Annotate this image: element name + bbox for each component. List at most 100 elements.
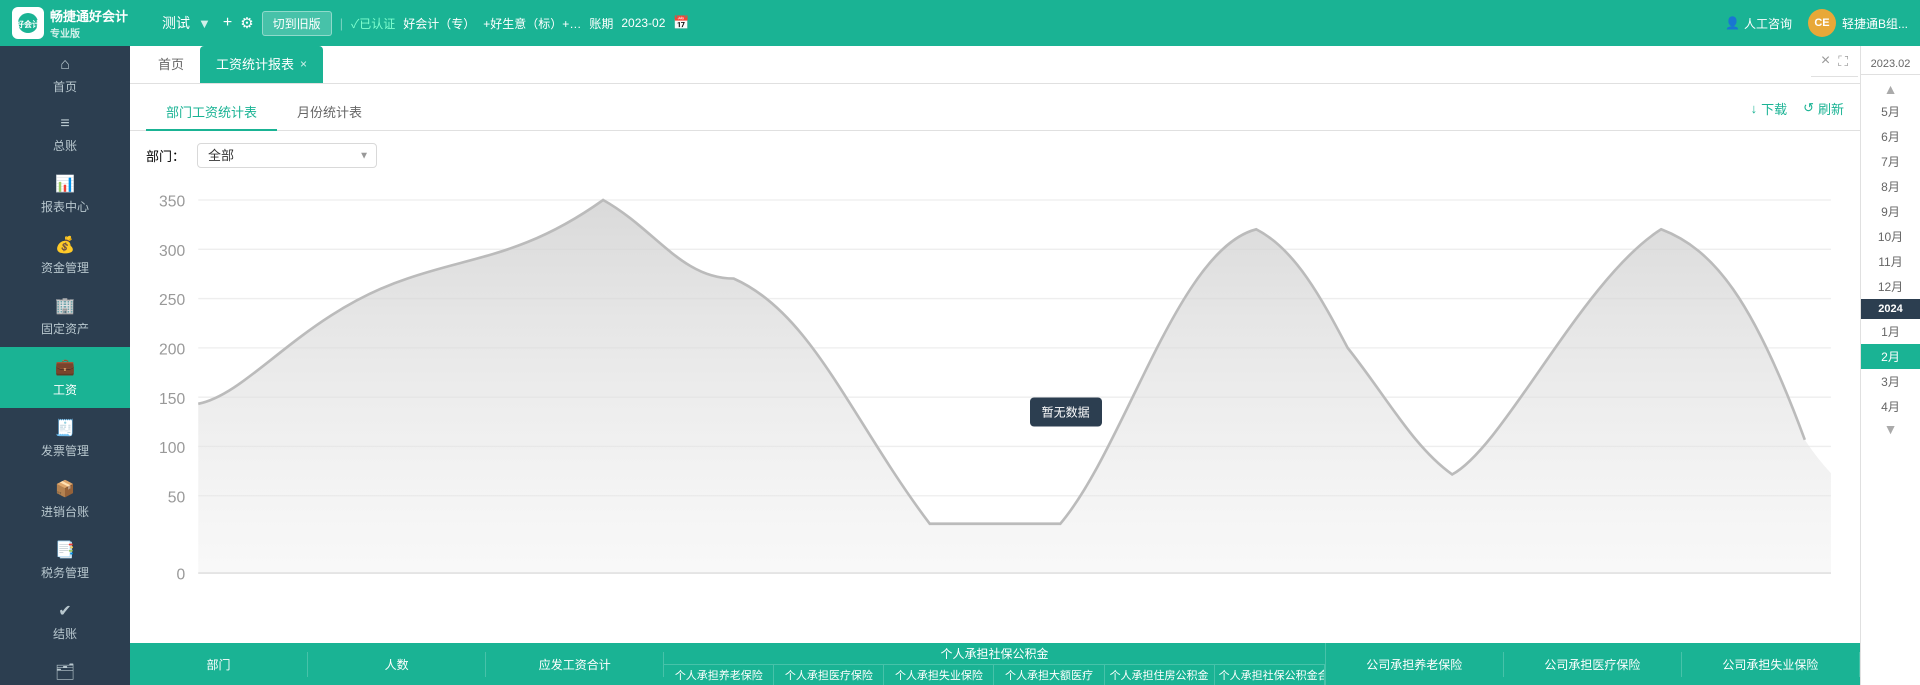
company-name: 测试 — [162, 13, 190, 33]
month-5[interactable]: 5月 — [1861, 99, 1920, 124]
add-btn[interactable]: + — [223, 14, 232, 32]
sidebar: ⌂ 首页 ≡ 总账 📊 报表中心 💰 资金管理 🏢 固定资产 💼 工资 🧾 发票… — [0, 46, 130, 685]
dept-filter-label: 部门： — [146, 146, 185, 165]
content-area: 首页 工资统计报表 × 部门工资统计表 月份统计表 ↓ 下载 — [130, 46, 1860, 685]
logo-text: 畅捷通好会计 专业版 — [50, 6, 128, 40]
human-service-btn[interactable]: 👤 人工咨询 — [1725, 15, 1792, 32]
sidebar-item-archive[interactable]: 🗂 归档管理 — [0, 652, 130, 685]
period-value: 2023-02 — [621, 16, 665, 30]
sidebar-item-label: 税务管理 — [41, 564, 89, 581]
sub-tab-month[interactable]: 月份统计表 — [277, 94, 382, 131]
sub-col-total-social: 个人承担社保公积金合计 — [1215, 665, 1325, 685]
sidebar-item-tax[interactable]: 📑 税务管理 — [0, 530, 130, 591]
sidebar-item-label: 工资 — [53, 381, 77, 398]
month-10[interactable]: 10月 — [1861, 224, 1920, 249]
month-12[interactable]: 12月 — [1861, 274, 1920, 299]
sidebar-item-home[interactable]: ⌂ 首页 — [0, 46, 130, 105]
table-col-company-medical: 公司承担医疗保险 — [1504, 652, 1682, 677]
funds-icon: 💰 — [55, 235, 75, 255]
right-panel: 2023.02 ▲ 5月 6月 7月 8月 9月 10月 11月 12月 202… — [1860, 46, 1920, 685]
sub-col-pension: 个人承担养老保险 — [664, 665, 774, 685]
ledger-icon: ≡ — [60, 115, 69, 133]
svg-text:好会计: 好会计 — [17, 19, 39, 29]
tab-home[interactable]: 首页 — [142, 46, 200, 83]
good-business-label: +好生意（标）+… — [483, 15, 581, 32]
period-label: 账期 — [589, 15, 613, 32]
month-6[interactable]: 6月 — [1861, 124, 1920, 149]
month-11[interactable]: 11月 — [1861, 249, 1920, 274]
sub-tabs: 部门工资统计表 月份统计表 ↓ 下载 ↺ 刷新 — [130, 84, 1860, 131]
assets-icon: 🏢 — [55, 296, 75, 316]
table-col-company-pension: 公司承担养老保险 — [1326, 652, 1504, 677]
good-accounting-label: 好会计（专） — [403, 15, 475, 32]
scroll-up-btn[interactable]: ▲ — [1882, 79, 1900, 99]
reports-icon: 📊 — [55, 174, 75, 194]
month-8[interactable]: 8月 — [1861, 174, 1920, 199]
table-col-group-social: 个人承担社保公积金 个人承担养老保险 个人承担医疗保险 个人承担失业保险 个人承… — [664, 643, 1325, 685]
sidebar-item-label: 总账 — [53, 137, 77, 154]
human-icon: 👤 — [1725, 16, 1740, 30]
sidebar-item-salary[interactable]: 💼 工资 — [0, 347, 130, 408]
panel-maximize-btn[interactable]: ⛶ — [1838, 53, 1848, 70]
svg-text:150: 150 — [159, 391, 185, 408]
user-area[interactable]: CE 轻捷通B组... — [1808, 9, 1908, 37]
refresh-btn[interactable]: ↺ 刷新 — [1803, 99, 1844, 118]
table-col-company-unemployment: 公司承担失业保险 — [1682, 652, 1860, 677]
svg-text:50: 50 — [168, 489, 186, 506]
sidebar-item-label: 固定资产 — [41, 320, 89, 337]
tab-salary-report[interactable]: 工资统计报表 × — [200, 46, 323, 83]
sub-col-housing-fund: 个人承担住房公积金 — [1105, 665, 1215, 685]
panel-close-btn[interactable]: × — [1821, 52, 1830, 70]
scroll-down-btn[interactable]: ▼ — [1882, 419, 1900, 439]
purchase-icon: 📦 — [55, 479, 75, 499]
sidebar-item-label: 结账 — [53, 625, 77, 642]
month-9[interactable]: 9月 — [1861, 199, 1920, 224]
sidebar-item-purchase[interactable]: 📦 进销台账 — [0, 469, 130, 530]
sidebar-item-label: 资金管理 — [41, 259, 89, 276]
tax-icon: 📑 — [55, 540, 75, 560]
month-2024-3[interactable]: 3月 — [1861, 369, 1920, 394]
tab-close-btn[interactable]: × — [300, 57, 307, 71]
settle-icon: ✔ — [58, 601, 71, 621]
settings-icon[interactable]: ⚙ — [240, 14, 253, 32]
year-2024-label[interactable]: 2024 — [1861, 299, 1920, 319]
salary-icon: 💼 — [55, 357, 75, 377]
dept-select[interactable]: 全部 财务部 技术部 销售部 行政部 — [197, 143, 377, 168]
sub-tabs-left: 部门工资统计表 月份统计表 — [146, 94, 382, 130]
month-7[interactable]: 7月 — [1861, 149, 1920, 174]
sidebar-item-label: 发票管理 — [41, 442, 89, 459]
sub-col-unemployment: 个人承担失业保险 — [884, 665, 994, 685]
month-2024-2-active[interactable]: 2月 — [1861, 344, 1920, 369]
sub-tab-dept[interactable]: 部门工资统计表 — [146, 94, 277, 131]
sidebar-item-reports[interactable]: 📊 报表中心 — [0, 164, 130, 225]
svg-text:350: 350 — [159, 194, 185, 211]
sidebar-item-label: 首页 — [53, 78, 77, 95]
header-middle: 测试 ▼ + ⚙ 切到旧版 | ✓已认证 好会计（专） +好生意（标）+… 账期… — [142, 11, 1725, 36]
sidebar-item-ledger[interactable]: ≡ 总账 — [0, 105, 130, 164]
table-footer: 部门 人数 应发工资合计 个人承担社保公积金 个人承担养老保险 个人承担医疗保险… — [130, 643, 1860, 685]
svg-text:0: 0 — [176, 567, 185, 584]
chart-svg: 350 300 250 200 150 100 50 0 — [146, 180, 1844, 633]
switch-old-version-btn[interactable]: 切到旧版 — [262, 11, 332, 36]
avatar: CE — [1808, 9, 1836, 37]
calendar-icon[interactable]: 📅 — [673, 15, 689, 31]
sidebar-item-funds[interactable]: 💰 资金管理 — [0, 225, 130, 286]
logo-icon: 好会计 — [12, 7, 44, 39]
sidebar-item-settle[interactable]: ✔ 结账 — [0, 591, 130, 652]
sidebar-item-assets[interactable]: 🏢 固定资产 — [0, 286, 130, 347]
invoice-icon: 🧾 — [55, 418, 75, 438]
table-col-dept: 部门 — [130, 652, 308, 677]
sidebar-item-invoice[interactable]: 🧾 发票管理 — [0, 408, 130, 469]
group-sub-cols: 个人承担养老保险 个人承担医疗保险 个人承担失业保险 个人承担大额医疗 个人承担… — [664, 665, 1324, 685]
sub-col-medical: 个人承担医疗保险 — [774, 665, 884, 685]
download-btn[interactable]: ↓ 下载 — [1751, 99, 1788, 118]
month-2024-4[interactable]: 4月 — [1861, 394, 1920, 419]
sidebar-item-label: 进销台账 — [41, 503, 89, 520]
month-2024-1[interactable]: 1月 — [1861, 319, 1920, 344]
group-header: 个人承担社保公积金 — [664, 643, 1324, 665]
svg-text:300: 300 — [159, 243, 185, 260]
certified-badge: ✓已认证 — [351, 15, 395, 32]
dropdown-arrow[interactable]: ▼ — [198, 16, 211, 31]
svg-text:100: 100 — [159, 440, 185, 457]
logo-area: 好会计 畅捷通好会计 专业版 — [12, 6, 142, 40]
